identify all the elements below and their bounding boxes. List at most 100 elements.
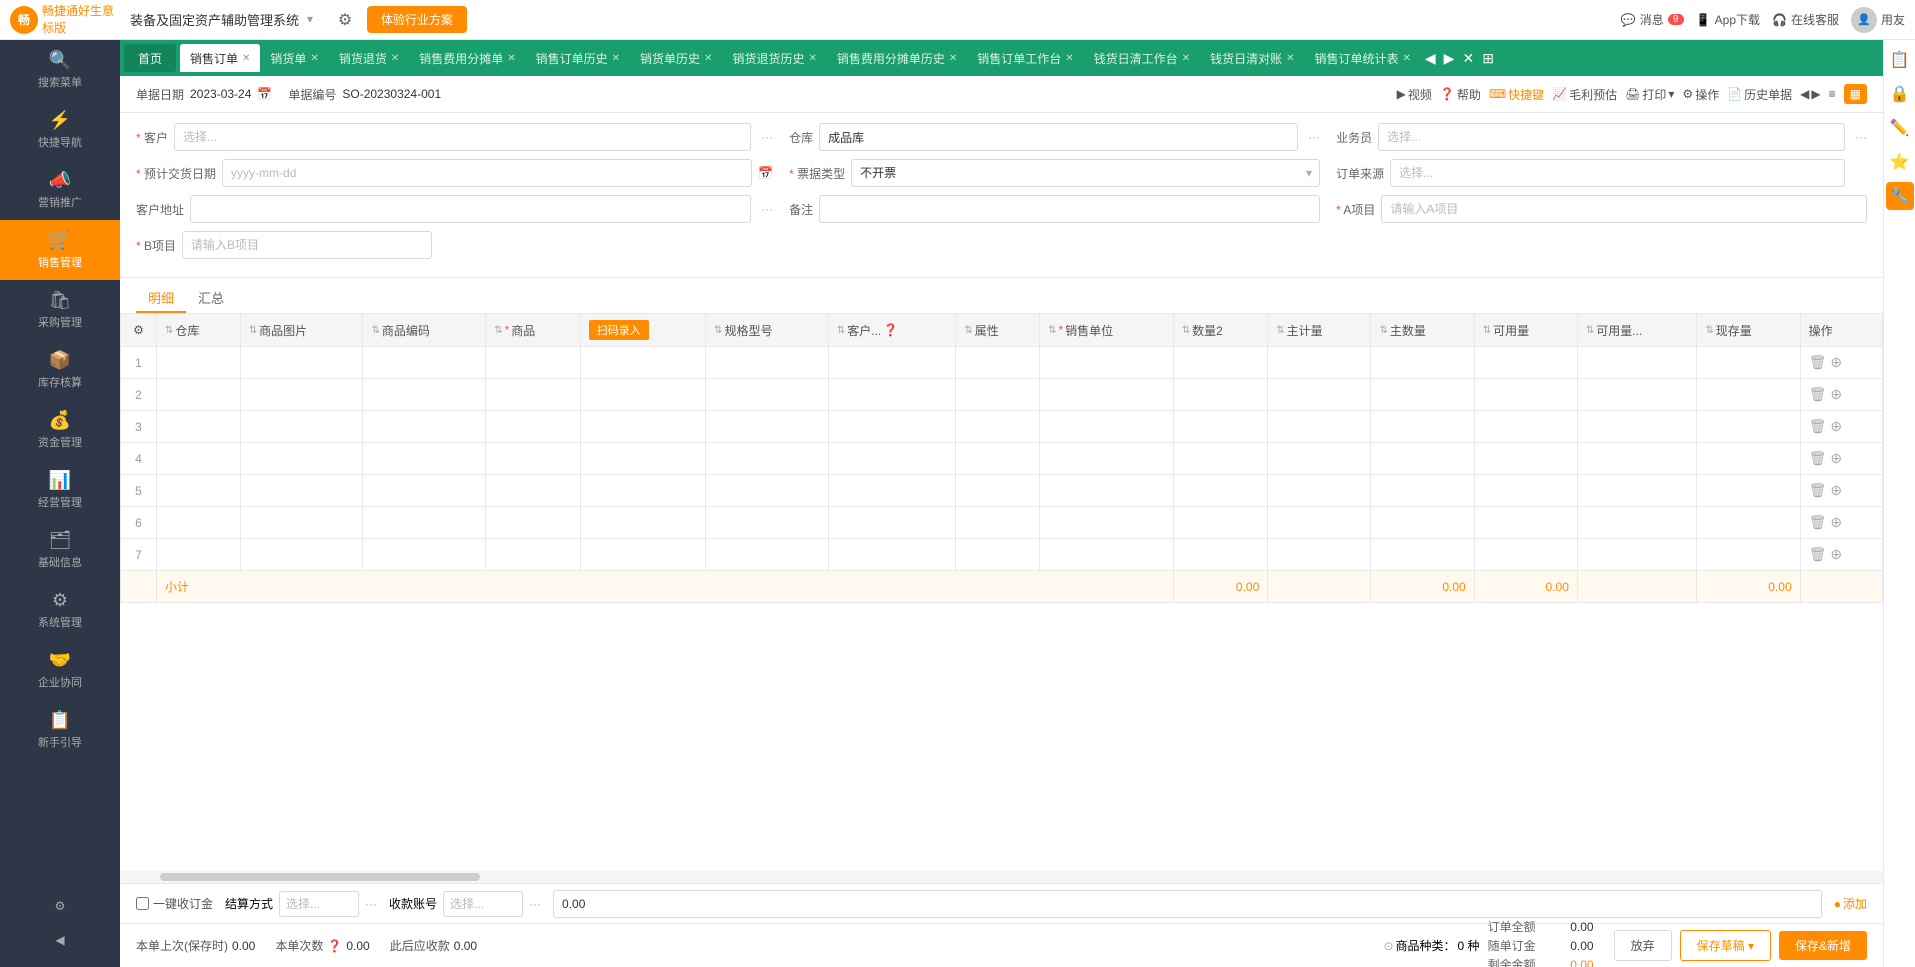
save-draft-dropdown-icon[interactable]: ▾: [1748, 939, 1754, 953]
row-3-qty2[interactable]: [1173, 411, 1268, 443]
sort-icon-customer-code[interactable]: ⇅: [837, 325, 845, 336]
warehouse-input[interactable]: [819, 123, 1298, 151]
tab-nav-prev[interactable]: ◀: [1421, 50, 1440, 67]
sidebar-item-search[interactable]: 🔍 搜索菜单: [0, 40, 120, 100]
tab-close-sales-expense[interactable]: ✕: [507, 53, 515, 64]
sort-icon-unit[interactable]: ⇅: [1048, 325, 1056, 336]
row-7-unit[interactable]: [1040, 539, 1174, 571]
row-6-delete-icon[interactable]: 🗑: [1809, 514, 1827, 531]
payment-method-more-icon[interactable]: ···: [365, 897, 377, 911]
sidebar-item-system[interactable]: ⚙ 系统管理: [0, 580, 120, 640]
remark-input[interactable]: [819, 195, 1320, 223]
row-7-main-unit[interactable]: [1268, 539, 1371, 571]
history-button[interactable]: 📄 历史单据: [1727, 86, 1792, 103]
row-2-delete-icon[interactable]: 🗑: [1809, 386, 1827, 403]
tab-close-order-history[interactable]: ✕: [612, 53, 620, 64]
sidebar-item-operations[interactable]: 📊 经营管理: [0, 460, 120, 520]
add-payment-button[interactable]: ● 添加: [1834, 895, 1867, 912]
one-click-deposit-label[interactable]: 一键收订金: [136, 895, 213, 912]
delivery-date-input[interactable]: [222, 159, 752, 187]
tab-close-sales-order[interactable]: ✕: [242, 53, 250, 64]
row-7-code[interactable]: [363, 539, 486, 571]
row-1-main-qty[interactable]: [1371, 347, 1474, 379]
customer-addr-more-icon[interactable]: ···: [761, 202, 773, 216]
row-6-image[interactable]: [240, 507, 363, 539]
payment-method-input[interactable]: [279, 891, 359, 917]
sidebar-item-cooperation[interactable]: 🤝 企业协同: [0, 640, 120, 700]
tab-close-sales-return[interactable]: ✕: [391, 53, 399, 64]
row-5-main-unit[interactable]: [1268, 475, 1371, 507]
row-7-spec[interactable]: [706, 539, 829, 571]
row-6-unit[interactable]: [1040, 507, 1174, 539]
row-7-customer-code[interactable]: [828, 539, 956, 571]
row-1-image[interactable]: [240, 347, 363, 379]
row-3-delete-icon[interactable]: 🗑: [1809, 418, 1827, 435]
row-4-product[interactable]: [486, 443, 581, 475]
row-3-unit[interactable]: [1040, 411, 1174, 443]
tab-invoice-history[interactable]: 销货单历史 ✕: [630, 44, 722, 72]
row-4-image[interactable]: [240, 443, 363, 475]
row-5-scan[interactable]: [580, 475, 705, 507]
sidebar-item-finance[interactable]: 💰 资金管理: [0, 400, 120, 460]
row-5-unit[interactable]: [1040, 475, 1174, 507]
row-3-warehouse[interactable]: [157, 411, 241, 443]
online-service-button[interactable]: 🎧 在线客服: [1772, 11, 1839, 28]
operation-button[interactable]: ⚙ 操作: [1682, 86, 1719, 103]
staff-input[interactable]: [1378, 123, 1845, 151]
row-4-main-qty[interactable]: [1371, 443, 1474, 475]
row-7-copy-icon[interactable]: ⊕: [1830, 546, 1842, 563]
row-2-scan[interactable]: [580, 379, 705, 411]
row-4-copy-icon[interactable]: ⊕: [1830, 450, 1842, 467]
right-panel-tool-icon[interactable]: 🔧: [1886, 182, 1914, 210]
tab-sales-invoice[interactable]: 销货单 ✕: [260, 44, 328, 72]
row-7-warehouse[interactable]: [157, 539, 241, 571]
scroll-thumb[interactable]: [160, 873, 480, 881]
tab-close-invoice-history[interactable]: ✕: [704, 53, 712, 64]
tab-close-return-history[interactable]: ✕: [808, 53, 816, 64]
row-2-warehouse[interactable]: [157, 379, 241, 411]
delivery-date-calendar-icon[interactable]: 📅: [758, 166, 773, 180]
row-4-customer-code[interactable]: [828, 443, 956, 475]
order-source-input[interactable]: [1390, 159, 1845, 187]
warehouse-more-icon[interactable]: ···: [1308, 130, 1320, 144]
sidebar-settings-button[interactable]: ⚙: [0, 889, 120, 923]
row-1-attribute[interactable]: [956, 347, 1040, 379]
shortcut-button[interactable]: ⌨ 快捷键: [1489, 86, 1544, 103]
right-panel-lock-icon[interactable]: 🔒: [1886, 80, 1914, 108]
sidebar-collapse-button[interactable]: ◀: [0, 923, 120, 957]
tab-nav-expand[interactable]: ⊞: [1478, 50, 1498, 67]
row-1-scan[interactable]: [580, 347, 705, 379]
row-6-spec[interactable]: [706, 507, 829, 539]
row-3-avail2[interactable]: [1577, 411, 1697, 443]
row-1-current-stock[interactable]: [1697, 347, 1800, 379]
row-1-unit[interactable]: [1040, 347, 1174, 379]
row-1-avail[interactable]: [1474, 347, 1577, 379]
industry-solution-button[interactable]: 体验行业方案: [367, 6, 467, 33]
row-4-delete-icon[interactable]: 🗑: [1809, 450, 1827, 467]
tab-close-order-stats[interactable]: ✕: [1403, 53, 1411, 64]
sidebar-item-guide[interactable]: 📋 新手引导: [0, 700, 120, 760]
sidebar-item-baseinfo[interactable]: 🗂 基础信息: [0, 520, 120, 580]
row-5-qty2[interactable]: [1173, 475, 1268, 507]
row-1-copy-icon[interactable]: ⊕: [1830, 354, 1842, 371]
print-button[interactable]: 🖨 打印 ▾: [1625, 86, 1674, 103]
row-6-product[interactable]: [486, 507, 581, 539]
row-5-warehouse[interactable]: [157, 475, 241, 507]
row-1-delete-icon[interactable]: 🗑: [1809, 354, 1827, 371]
sort-icon-main-qty[interactable]: ⇅: [1379, 325, 1387, 336]
sidebar-item-purchase[interactable]: 🛍 采购管理: [0, 280, 120, 340]
row-2-main-unit[interactable]: [1268, 379, 1371, 411]
row-2-customer-code[interactable]: [828, 379, 956, 411]
row-3-attribute[interactable]: [956, 411, 1040, 443]
row-3-current-stock[interactable]: [1697, 411, 1800, 443]
row-5-code[interactable]: [363, 475, 486, 507]
row-7-delete-icon[interactable]: 🗑: [1809, 546, 1827, 563]
tab-order-workbench[interactable]: 销售订单工作台 ✕: [967, 44, 1083, 72]
save-draft-button[interactable]: 保存草稿 ▾: [1680, 930, 1771, 961]
row-7-avail[interactable]: [1474, 539, 1577, 571]
row-1-customer-code[interactable]: [828, 347, 956, 379]
row-6-customer-code[interactable]: [828, 507, 956, 539]
row-2-qty2[interactable]: [1173, 379, 1268, 411]
sidebar-item-inventory[interactable]: 📦 库存核算: [0, 340, 120, 400]
row-7-main-qty[interactable]: [1371, 539, 1474, 571]
